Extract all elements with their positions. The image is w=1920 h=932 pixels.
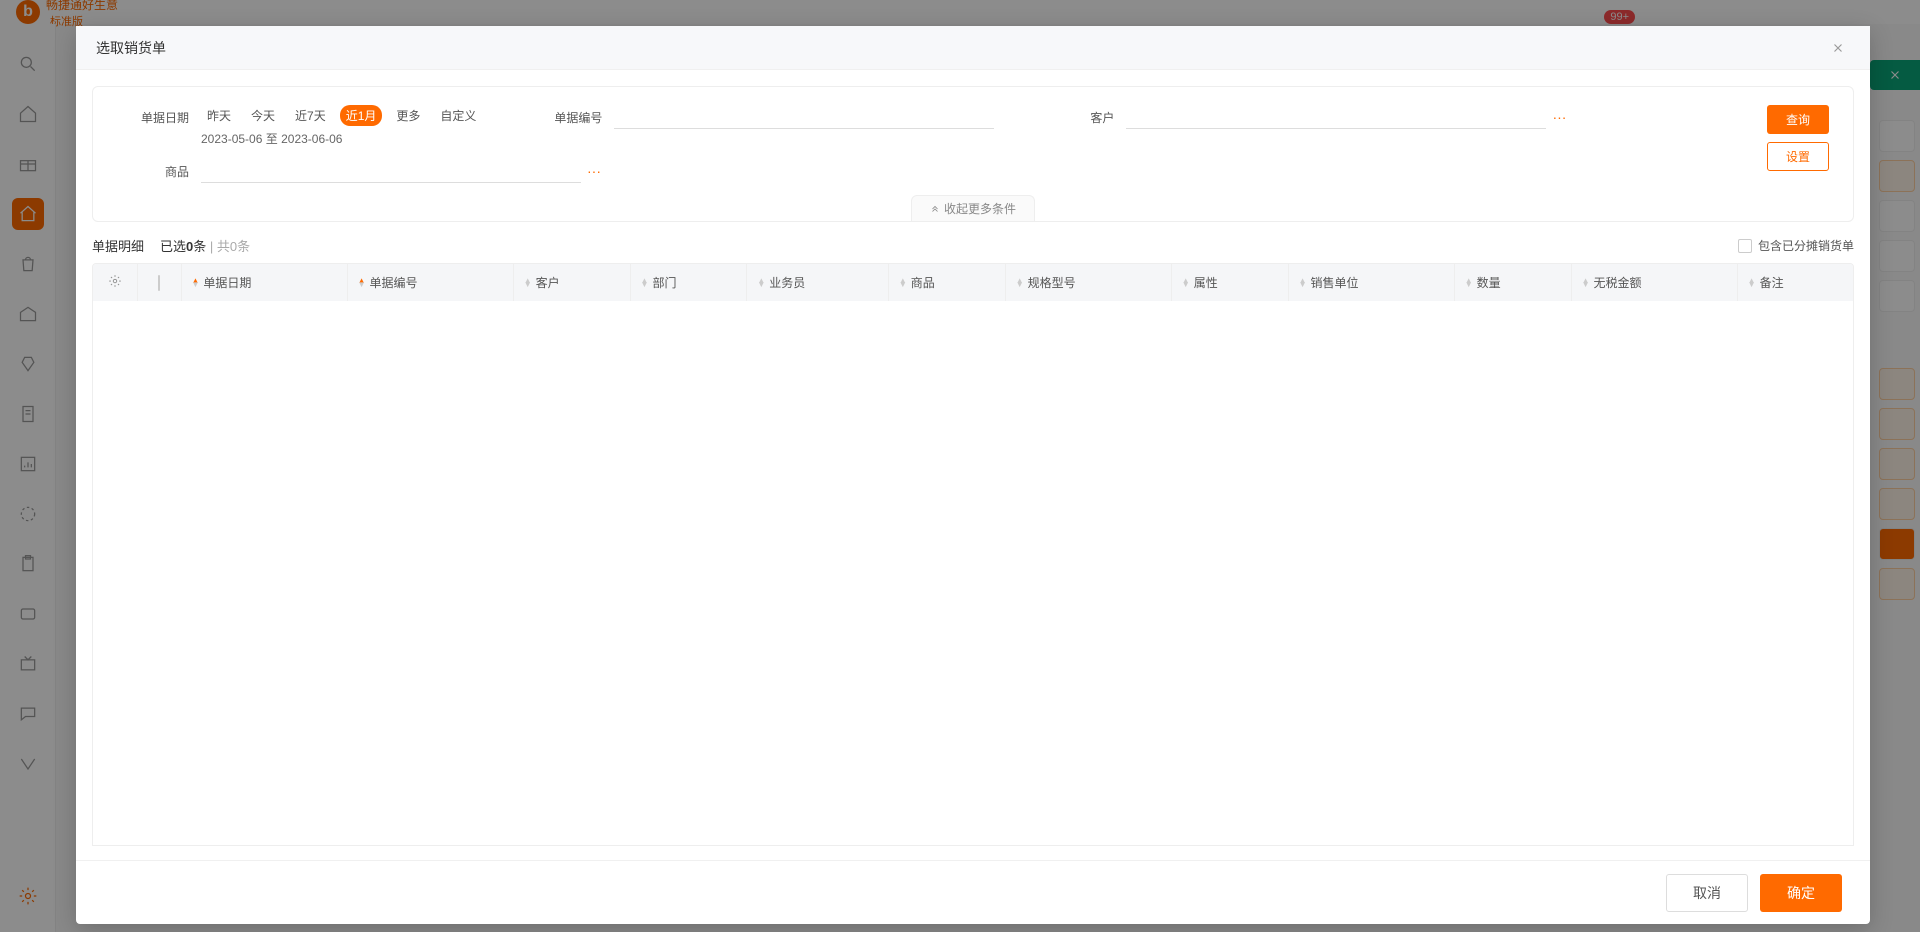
date-option-3[interactable]: 近1月 bbox=[340, 105, 383, 126]
col-label: 备注 bbox=[1760, 274, 1784, 291]
col-date[interactable]: ▲▼单据日期 bbox=[181, 264, 347, 301]
col-label: 销售单位 bbox=[1311, 274, 1359, 291]
modal-footer: 取消 确定 bbox=[76, 860, 1870, 924]
sort-icon: ▲▼ bbox=[358, 279, 366, 287]
col-label: 单据日期 bbox=[203, 274, 251, 291]
col-remark[interactable]: ▲▼ 备注 bbox=[1737, 264, 1853, 301]
selected-count: 已选0条 | 共0条 bbox=[160, 236, 250, 255]
collapse-label: 收起更多条件 bbox=[944, 200, 1016, 217]
col-label: 商品 bbox=[911, 274, 935, 291]
col-label: 单据编号 bbox=[370, 274, 418, 291]
detail-header: 单据明细 已选0条 | 共0条 包含已分摊销货单 bbox=[92, 236, 1854, 255]
filter-date: 单据日期 昨天今天近7天近1月更多自定义 2023-05-06 至 2023-0… bbox=[117, 105, 482, 147]
col-label: 部门 bbox=[652, 274, 676, 291]
col-unit[interactable]: ▲▼ 销售单位 bbox=[1288, 264, 1454, 301]
filter-settings-button[interactable]: 设置 bbox=[1767, 142, 1829, 171]
filter-docno-label: 单据编号 bbox=[530, 105, 602, 126]
sort-icon: ▲▼ bbox=[524, 279, 532, 287]
gear-icon bbox=[108, 274, 122, 288]
col-product[interactable]: ▲▼ 商品 bbox=[888, 264, 1005, 301]
col-qty[interactable]: ▲▼ 数量 bbox=[1454, 264, 1571, 301]
date-option-0[interactable]: 昨天 bbox=[201, 105, 237, 126]
date-sep: 至 bbox=[266, 132, 278, 146]
sort-icon: ▲▼ bbox=[1582, 279, 1590, 287]
col-label: 客户 bbox=[536, 274, 560, 291]
collapse-filters-button[interactable]: 收起更多条件 bbox=[911, 195, 1035, 221]
date-option-4[interactable]: 更多 bbox=[390, 105, 426, 126]
modal-body: 单据日期 昨天今天近7天近1月更多自定义 2023-05-06 至 2023-0… bbox=[76, 70, 1870, 860]
date-option-5[interactable]: 自定义 bbox=[434, 105, 482, 126]
col-label: 无税金额 bbox=[1593, 274, 1641, 291]
col-amount[interactable]: ▲▼无税金额 bbox=[1571, 264, 1737, 301]
col-label: 属性 bbox=[1194, 274, 1218, 291]
product-more-icon[interactable]: ··· bbox=[587, 163, 601, 179]
column-settings-header[interactable] bbox=[93, 264, 137, 301]
filter-date-label: 单据日期 bbox=[117, 105, 189, 126]
sort-icon: ▲▼ bbox=[192, 279, 200, 287]
col-label: 规格型号 bbox=[1028, 274, 1076, 291]
customer-input[interactable] bbox=[1126, 105, 1546, 129]
ok-button[interactable]: 确定 bbox=[1760, 874, 1842, 912]
sort-icon: ▲▼ bbox=[1748, 279, 1756, 287]
date-quick-options: 昨天今天近7天近1月更多自定义 bbox=[201, 105, 482, 126]
modal-header: 选取销货单 bbox=[76, 26, 1870, 70]
filter-docno: 单据编号 bbox=[530, 105, 994, 147]
col-label: 业务员 bbox=[769, 274, 805, 291]
filter-product-label: 商品 bbox=[117, 159, 189, 180]
sort-icon: ▲▼ bbox=[1299, 279, 1307, 287]
cancel-button[interactable]: 取消 bbox=[1666, 874, 1748, 912]
modal-title: 选取销货单 bbox=[96, 38, 166, 58]
modal-close-button[interactable] bbox=[1826, 36, 1850, 60]
filter-actions: 查询 设置 bbox=[1767, 105, 1829, 171]
select-sales-order-modal: 选取销货单 单据日期 昨天今天近7天近1月更多自定义 2023-05-06 至 … bbox=[76, 26, 1870, 924]
date-option-2[interactable]: 近7天 bbox=[289, 105, 332, 126]
col-docno[interactable]: ▲▼ 单据编号 bbox=[347, 264, 513, 301]
date-from: 2023-05-06 bbox=[201, 132, 262, 146]
docno-input[interactable] bbox=[614, 105, 994, 129]
date-range-display: 2023-05-06 至 2023-06-06 bbox=[201, 130, 482, 147]
filter-product: 商品 ··· bbox=[117, 159, 601, 183]
sort-icon: ▲▼ bbox=[899, 279, 907, 287]
sort-icon: ▲▼ bbox=[1016, 279, 1024, 287]
date-to: 2023-06-06 bbox=[281, 132, 342, 146]
search-button[interactable]: 查询 bbox=[1767, 105, 1829, 134]
chevron-up-icon bbox=[930, 204, 940, 214]
col-customer[interactable]: ▲▼ 客户 bbox=[513, 264, 630, 301]
sort-icon: ▲▼ bbox=[641, 279, 649, 287]
customer-more-icon[interactable]: ··· bbox=[1552, 109, 1566, 125]
select-all-header[interactable] bbox=[137, 264, 181, 301]
col-staff[interactable]: ▲▼ 业务员 bbox=[747, 264, 888, 301]
table-container: ▲▼单据日期▲▼单据编号▲▼客户▲▼部门▲▼业务员▲▼商品▲▼规格型号▲▼属性▲… bbox=[92, 263, 1854, 846]
col-dept[interactable]: ▲▼部门 bbox=[630, 264, 747, 301]
sort-icon: ▲▼ bbox=[757, 279, 765, 287]
col-label: 数量 bbox=[1477, 274, 1501, 291]
sort-icon: ▲▼ bbox=[1182, 279, 1190, 287]
sort-icon: ▲▼ bbox=[1465, 279, 1473, 287]
filter-customer: 客户 ··· bbox=[1042, 105, 1566, 147]
results-table: ▲▼单据日期▲▼单据编号▲▼客户▲▼部门▲▼业务员▲▼商品▲▼规格型号▲▼属性▲… bbox=[93, 264, 1853, 301]
filter-customer-label: 客户 bbox=[1042, 105, 1114, 126]
detail-title: 单据明细 bbox=[92, 236, 144, 255]
col-attr[interactable]: ▲▼ 属性 bbox=[1171, 264, 1288, 301]
select-all-checkbox[interactable] bbox=[158, 275, 160, 291]
date-option-1[interactable]: 今天 bbox=[245, 105, 281, 126]
product-input[interactable] bbox=[201, 159, 581, 183]
filter-panel: 单据日期 昨天今天近7天近1月更多自定义 2023-05-06 至 2023-0… bbox=[92, 86, 1854, 222]
include-allocated-checkbox[interactable] bbox=[1738, 239, 1752, 253]
close-icon bbox=[1831, 41, 1845, 55]
col-spec[interactable]: ▲▼ 规格型号 bbox=[1005, 264, 1171, 301]
include-allocated-label: 包含已分摊销货单 bbox=[1758, 237, 1854, 254]
horizontal-scrollbar[interactable] bbox=[92, 846, 1854, 860]
